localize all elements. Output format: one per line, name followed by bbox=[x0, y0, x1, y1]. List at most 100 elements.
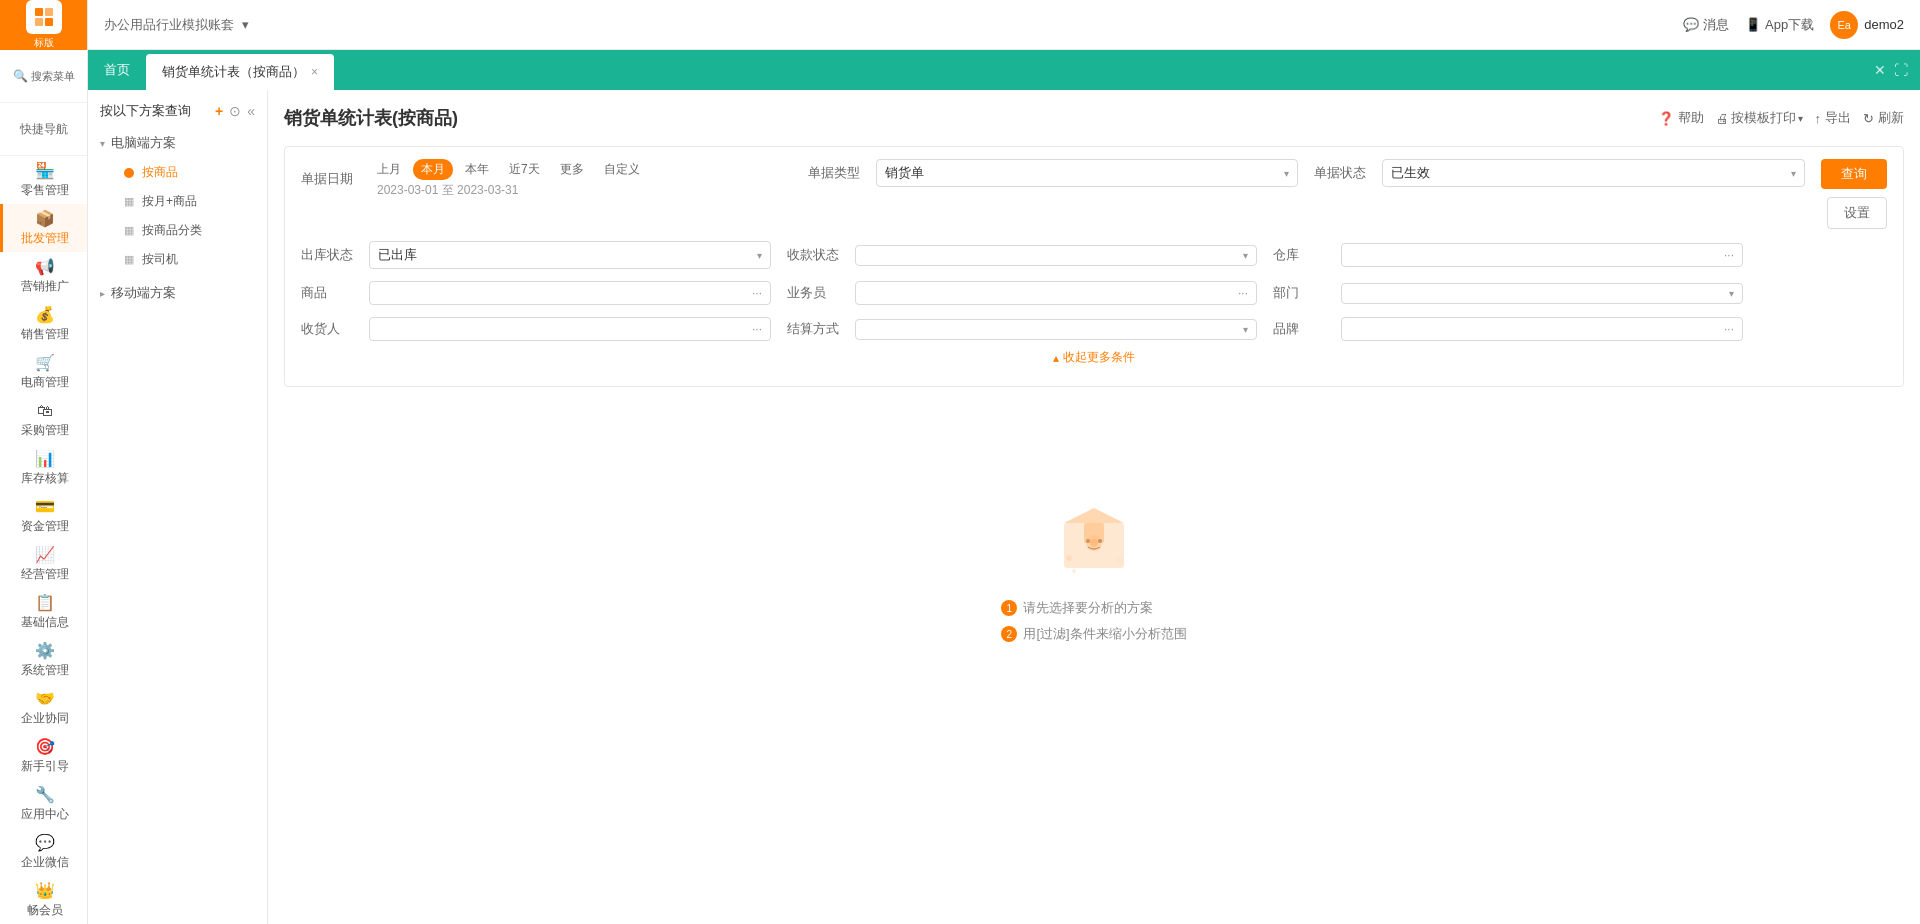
page-title: 销货单统计表(按商品) bbox=[284, 106, 458, 130]
warehouse-input[interactable]: ··· bbox=[1341, 243, 1743, 267]
message-btn[interactable]: 💬 消息 bbox=[1683, 16, 1729, 34]
sidebar-item-sales[interactable]: 💰 销售管理 bbox=[0, 300, 87, 348]
finance-icon: 💳 bbox=[35, 497, 55, 516]
tab-home[interactable]: 首页 bbox=[88, 50, 146, 90]
sidebar-item-appcenter[interactable]: 🔧 应用中心 bbox=[0, 780, 87, 828]
sidebar-item-appcenter-label: 应用中心 bbox=[21, 806, 69, 823]
goods-dots: ··· bbox=[752, 286, 762, 300]
empty-tip-2-text: 用[过滤]条件来缩小分析范围 bbox=[1023, 625, 1186, 643]
sidebar-item-finance[interactable]: 💳 资金管理 bbox=[0, 492, 87, 540]
window-buttons: ✕ ⛶ bbox=[1874, 62, 1920, 78]
print-icon: 🖨 bbox=[1716, 111, 1729, 126]
sidebar-search-section: 🔍 搜索菜单 bbox=[0, 50, 87, 103]
date-tab-more[interactable]: 更多 bbox=[552, 159, 592, 180]
collapse-panel-btn[interactable]: « bbox=[247, 103, 255, 119]
refresh-btn[interactable]: ↻ 刷新 bbox=[1863, 109, 1904, 127]
date-tab-last-month[interactable]: 上月 bbox=[369, 159, 409, 180]
date-tab-7days[interactable]: 近7天 bbox=[501, 159, 548, 180]
date-tab-current-month[interactable]: 本月 bbox=[413, 159, 453, 180]
print-btn[interactable]: 🖨 按模板打印 ▾ bbox=[1716, 109, 1803, 127]
panel-title: 按以下方案查询 bbox=[100, 102, 191, 120]
tree-expand-mobile-icon: ▸ bbox=[100, 288, 105, 299]
export-btn[interactable]: ↑ 导出 bbox=[1815, 109, 1852, 127]
collection-label: 收款状态 bbox=[787, 246, 847, 264]
date-tab-year[interactable]: 本年 bbox=[457, 159, 497, 180]
sidebar-item-marketing-label: 营销推广 bbox=[21, 278, 69, 295]
tree-group-mobile[interactable]: ▸ 移动端方案 bbox=[88, 278, 267, 308]
header-industry[interactable]: 办公用品行业模拟账套 ▾ bbox=[104, 16, 249, 34]
grid-icon-2: ▦ bbox=[124, 224, 134, 237]
filter-area: 单据日期 上月 本月 本年 近7天 更多 自定义 2023-03-01 至 20… bbox=[284, 146, 1904, 387]
out-status-select[interactable]: 已出库 ▾ bbox=[369, 241, 771, 269]
tree-item-driver[interactable]: ▦ 按司机 bbox=[112, 245, 267, 274]
goods-input[interactable]: ··· bbox=[369, 281, 771, 305]
help-btn[interactable]: ❓ 帮助 bbox=[1658, 109, 1704, 127]
empty-tip-2: 2 用[过滤]条件来缩小分析范围 bbox=[1001, 625, 1186, 643]
sidebar-item-marketing[interactable]: 📢 营销推广 bbox=[0, 252, 87, 300]
header-right: 💬 消息 📱 App下载 Ea demo2 bbox=[1683, 11, 1904, 39]
print-dropdown-icon[interactable]: ▾ bbox=[1798, 113, 1803, 124]
sidebar-item-wholesale[interactable]: 📦 批发管理 bbox=[0, 204, 87, 252]
receiver-input[interactable]: ··· bbox=[369, 317, 771, 341]
brand-label: 品牌 bbox=[1273, 320, 1333, 338]
quick-nav-item[interactable]: 快捷导航 bbox=[6, 111, 81, 147]
window-maximize-btn[interactable]: ⛶ bbox=[1894, 62, 1908, 78]
sidebar-item-member[interactable]: 👑 畅会员 bbox=[0, 876, 87, 924]
sidebar-item-wechat[interactable]: 💬 企业微信 bbox=[0, 828, 87, 876]
tab-home-label: 首页 bbox=[104, 61, 130, 79]
tree-item-category[interactable]: ▦ 按商品分类 bbox=[112, 216, 267, 245]
sidebar-item-basic[interactable]: 📋 基础信息 bbox=[0, 588, 87, 636]
tab-sales-stats[interactable]: 销货单统计表（按商品） × bbox=[146, 54, 334, 90]
newguide-icon: 🎯 bbox=[35, 737, 55, 756]
department-filter: 部门 ▾ bbox=[1273, 283, 1743, 304]
brand-input[interactable]: ··· bbox=[1341, 317, 1743, 341]
tree-item-by-goods[interactable]: 按商品 bbox=[112, 158, 267, 187]
tab-close-btn[interactable]: × bbox=[311, 65, 318, 79]
search-menu-item[interactable]: 🔍 搜索菜单 bbox=[6, 58, 81, 94]
sidebar-item-purchase-label: 采购管理 bbox=[21, 422, 69, 439]
sidebar-item-retail[interactable]: 🏪 零售管理 bbox=[0, 156, 87, 204]
wechat-icon: 💬 bbox=[35, 833, 55, 852]
sidebar-item-ecommerce-label: 电商管理 bbox=[21, 374, 69, 391]
date-tab-custom[interactable]: 自定义 bbox=[596, 159, 648, 180]
doc-status-filter: 单据状态 已生效 ▾ bbox=[1314, 159, 1805, 187]
department-select[interactable]: ▾ bbox=[1341, 283, 1743, 304]
filter-row-2: 出库状态 已出库 ▾ 收款状态 ▾ 仓库 bbox=[301, 241, 1887, 269]
sidebar: 标版 🔍 搜索菜单 快捷导航 🏪 零售管理 📦 批发管理 📢 营销推广 💰 销售… bbox=[0, 0, 88, 924]
quick-nav-section: 快捷导航 bbox=[0, 103, 87, 156]
svg-point-11 bbox=[1066, 555, 1072, 561]
svg-point-10 bbox=[1098, 539, 1102, 543]
tree-item-category-label: 按商品分类 bbox=[142, 222, 202, 239]
tree-group-desktop[interactable]: ▾ 电脑端方案 bbox=[88, 128, 267, 158]
app-download-btn[interactable]: 📱 App下载 bbox=[1745, 16, 1814, 34]
query-btn[interactable]: 查询 bbox=[1821, 159, 1887, 189]
sidebar-item-operations[interactable]: 📈 经营管理 bbox=[0, 540, 87, 588]
collection-select[interactable]: ▾ bbox=[855, 245, 1257, 266]
doc-status-select[interactable]: 已生效 ▾ bbox=[1382, 159, 1805, 187]
salesman-input[interactable]: ··· bbox=[855, 281, 1257, 305]
user-info[interactable]: Ea demo2 bbox=[1830, 11, 1904, 39]
sidebar-item-ecommerce[interactable]: 🛒 电商管理 bbox=[0, 348, 87, 396]
window-close-btn[interactable]: ✕ bbox=[1874, 62, 1886, 78]
doc-type-select[interactable]: 销货单 ▾ bbox=[876, 159, 1299, 187]
sidebar-item-newguide[interactable]: 🎯 新手引导 bbox=[0, 732, 87, 780]
date-picker: 上月 本月 本年 近7天 更多 自定义 2023-03-01 至 2023-03… bbox=[369, 159, 648, 199]
empty-icon bbox=[1044, 483, 1144, 583]
sidebar-item-inventory[interactable]: 📊 库存核算 bbox=[0, 444, 87, 492]
collapse-bar[interactable]: ▴ 收起更多条件 bbox=[301, 341, 1887, 374]
phone-icon: 📱 bbox=[1745, 17, 1761, 32]
tree-item-month-goods[interactable]: ▦ 按月+商品 bbox=[112, 187, 267, 216]
copy-scheme-btn[interactable]: ⊙ bbox=[229, 103, 241, 119]
settlement-select[interactable]: ▾ bbox=[855, 319, 1257, 340]
sidebar-item-enterprise[interactable]: 🤝 企业协同 bbox=[0, 684, 87, 732]
doc-status-value: 已生效 bbox=[1391, 164, 1430, 182]
svg-point-12 bbox=[1115, 557, 1123, 565]
dropdown-icon: ▾ bbox=[242, 17, 249, 32]
collection-filter: 收款状态 ▾ bbox=[787, 245, 1257, 266]
app-download-label: App下载 bbox=[1765, 16, 1814, 34]
setting-btn[interactable]: 设置 bbox=[1827, 197, 1887, 229]
add-scheme-btn[interactable]: + bbox=[215, 103, 223, 119]
sidebar-item-purchase[interactable]: 🛍 采购管理 bbox=[0, 396, 87, 444]
logo[interactable]: 标版 bbox=[0, 0, 87, 50]
sidebar-item-system[interactable]: ⚙️ 系统管理 bbox=[0, 636, 87, 684]
